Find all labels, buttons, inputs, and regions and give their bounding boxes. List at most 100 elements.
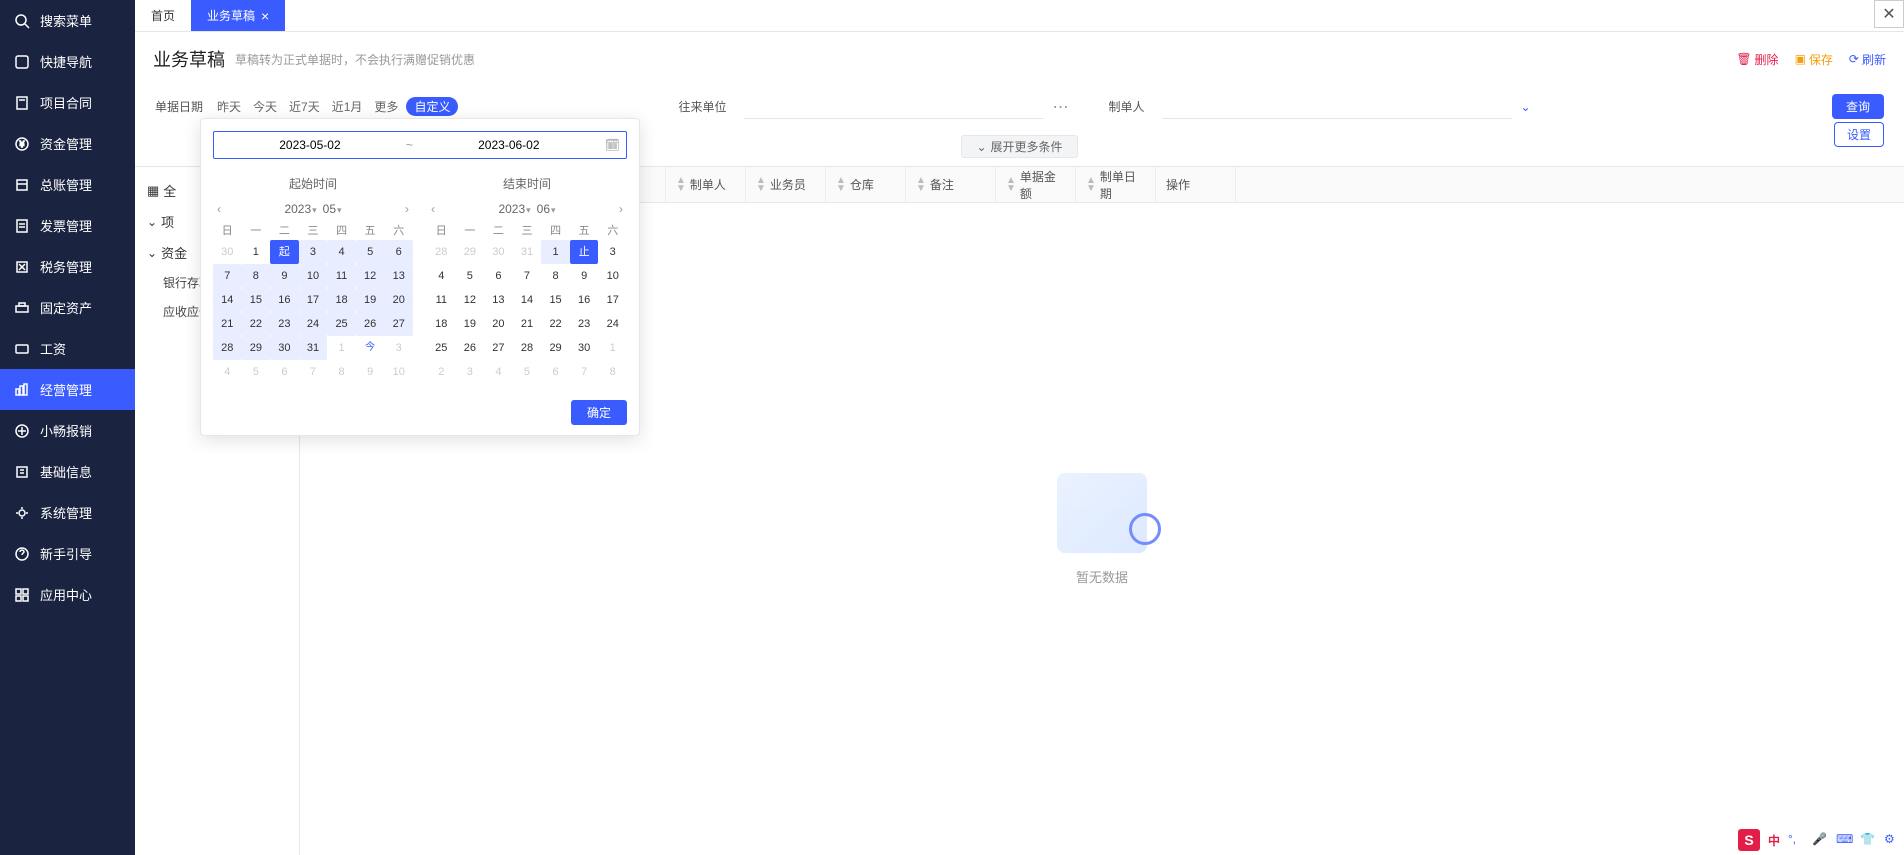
calendar-day[interactable]: 12 [356, 264, 385, 288]
calendar-day[interactable]: 1 [327, 336, 356, 360]
date-preset-0[interactable]: 昨天 [213, 97, 245, 116]
calendar-day[interactable]: 19 [356, 288, 385, 312]
sidebar-item-biz[interactable]: 经营管理 [0, 369, 135, 410]
calendar-day[interactable]: 3 [384, 336, 413, 360]
calendar-day[interactable]: 6 [270, 360, 299, 384]
sidebar-item-invoice[interactable]: 发票管理 [0, 205, 135, 246]
calendar-day[interactable]: 15 [541, 288, 570, 312]
ime-badge[interactable]: S [1738, 829, 1760, 851]
calendar-day[interactable]: 17 [598, 288, 627, 312]
date-preset-1[interactable]: 今天 [249, 97, 281, 116]
calendar-day[interactable]: 20 [384, 288, 413, 312]
calendar-day[interactable]: 7 [570, 360, 599, 384]
column-header[interactable]: ▲▼制单人 [666, 167, 746, 202]
query-button[interactable]: 查询 [1832, 94, 1884, 119]
sidebar-item-expense[interactable]: 小畅报销 [0, 410, 135, 451]
calendar-day[interactable]: 13 [384, 264, 413, 288]
sidebar-item-search[interactable]: 搜索菜单 [0, 0, 135, 41]
calendar-day[interactable]: 4 [427, 264, 456, 288]
refresh-button[interactable]: ⟳刷新 [1849, 51, 1886, 68]
calendar-day[interactable]: 25 [327, 312, 356, 336]
calendar-day[interactable]: 8 [541, 264, 570, 288]
calendar-day[interactable]: 29 [541, 336, 570, 360]
sidebar-item-tax[interactable]: 税务管理 [0, 246, 135, 287]
calendar-day[interactable]: 10 [384, 360, 413, 384]
calendar-day[interactable]: 26 [456, 336, 485, 360]
calendar-day[interactable]: 27 [384, 312, 413, 336]
start-year-select[interactable]: 2023 [284, 202, 316, 216]
calendar-day[interactable]: 5 [513, 360, 542, 384]
next-month-button[interactable]: › [405, 202, 409, 216]
calendar-day[interactable]: 8 [598, 360, 627, 384]
date-range-input[interactable]: ~ 🗓 [213, 131, 627, 159]
calendar-day[interactable]: 30 [484, 240, 513, 264]
prev-month-button[interactable]: ‹ [217, 202, 221, 216]
expand-more-button[interactable]: ⌄展开更多条件 [961, 135, 1077, 158]
shirt-icon[interactable]: 👕 [1860, 832, 1876, 848]
sidebar-item-guide[interactable]: 新手引导 [0, 533, 135, 574]
calendar-day[interactable]: 23 [570, 312, 599, 336]
calendar-day[interactable]: 7 [299, 360, 328, 384]
calendar-day[interactable]: 6 [484, 264, 513, 288]
calendar-day[interactable]: 4 [327, 240, 356, 264]
calendar-day[interactable]: 18 [427, 312, 456, 336]
calendar-day[interactable]: 起 [270, 240, 299, 264]
ime-lang[interactable]: 中 [1768, 832, 1780, 849]
calendar-day[interactable]: 1 [242, 240, 271, 264]
calendar-day[interactable]: 10 [299, 264, 328, 288]
sidebar-item-system[interactable]: 系统管理 [0, 492, 135, 533]
calendar-day[interactable]: 14 [513, 288, 542, 312]
sidebar-item-salary[interactable]: 工资 [0, 328, 135, 369]
calendar-day[interactable]: 3 [456, 360, 485, 384]
calendar-day[interactable]: 1 [598, 336, 627, 360]
calendar-day[interactable]: 11 [327, 264, 356, 288]
sidebar-item-info[interactable]: 基础信息 [0, 451, 135, 492]
date-preset-2[interactable]: 近7天 [285, 97, 324, 116]
calendar-day[interactable]: 6 [384, 240, 413, 264]
calendar-day[interactable]: 10 [598, 264, 627, 288]
calendar-day[interactable]: 15 [242, 288, 271, 312]
next-month-button[interactable]: › [619, 202, 623, 216]
calendar-day[interactable]: 5 [356, 240, 385, 264]
calendar-day[interactable]: 19 [456, 312, 485, 336]
calendar-day[interactable]: 5 [242, 360, 271, 384]
calendar-day[interactable]: 4 [484, 360, 513, 384]
calendar-day[interactable]: 14 [213, 288, 242, 312]
save-button[interactable]: ▣保存 [1795, 51, 1833, 68]
calendar-day[interactable]: 22 [541, 312, 570, 336]
calendar-day[interactable]: 20 [484, 312, 513, 336]
calendar-day[interactable]: 31 [513, 240, 542, 264]
calendar-day[interactable]: 1 [541, 240, 570, 264]
sidebar-item-nav[interactable]: 快捷导航 [0, 41, 135, 82]
calendar-day[interactable]: 4 [213, 360, 242, 384]
calendar-day[interactable]: 24 [299, 312, 328, 336]
column-header[interactable]: ▲▼制单日期 [1076, 167, 1156, 202]
calendar-day[interactable]: 11 [427, 288, 456, 312]
setting-button[interactable]: 设置 [1834, 122, 1884, 147]
window-close-button[interactable]: ✕ [1874, 0, 1904, 28]
sidebar-item-asset[interactable]: 固定资产 [0, 287, 135, 328]
partner-lookup-button[interactable]: ⋯ [1052, 97, 1068, 117]
column-header[interactable]: ▲▼单据金额 [996, 167, 1076, 202]
calendar-day[interactable]: 29 [456, 240, 485, 264]
calendar-day[interactable]: 28 [427, 240, 456, 264]
calendar-day[interactable]: 3 [598, 240, 627, 264]
calendar-day[interactable]: 23 [270, 312, 299, 336]
tab-1[interactable]: 业务草稿× [191, 0, 285, 31]
calendar-day[interactable]: 8 [242, 264, 271, 288]
calendar-day[interactable]: 26 [356, 312, 385, 336]
date-preset-3[interactable]: 近1月 [328, 97, 367, 116]
prev-month-button[interactable]: ‹ [431, 202, 435, 216]
calendar-day[interactable]: 18 [327, 288, 356, 312]
calendar-day[interactable]: 8 [327, 360, 356, 384]
calendar-day[interactable]: 9 [570, 264, 599, 288]
calendar-day[interactable]: 3 [299, 240, 328, 264]
partner-input[interactable] [744, 95, 1044, 119]
calendar-day[interactable]: 30 [570, 336, 599, 360]
column-header[interactable]: 操作 [1156, 167, 1236, 202]
calendar-day[interactable]: 25 [427, 336, 456, 360]
mic-icon[interactable]: 🎤 [1812, 832, 1828, 848]
tab-close-icon[interactable]: × [261, 8, 269, 24]
date-preset-4[interactable]: 更多 [370, 97, 402, 116]
calendar-day[interactable]: 6 [541, 360, 570, 384]
